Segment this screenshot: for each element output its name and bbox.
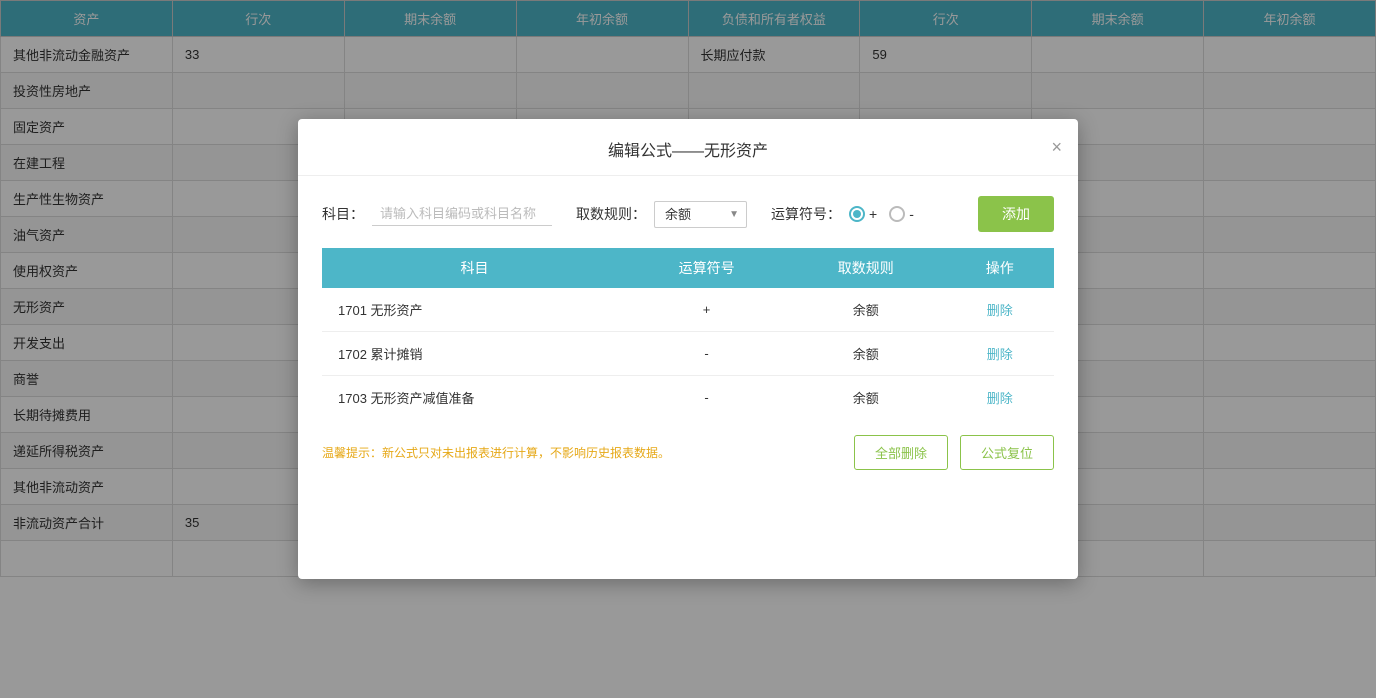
operator-label: 运算符号： [771, 204, 841, 224]
footer-tip: 温馨提示：新公式只对未出报表进行计算，不影响历史报表数据。 [322, 444, 670, 461]
operator-plus-label: + [869, 206, 877, 222]
modal-subject-cell: 1703 无形资产减值准备 [322, 376, 627, 420]
modal-table-header: 取数规则 [786, 248, 945, 288]
modal-table-header: 科目 [322, 248, 627, 288]
modal: 编辑公式——无形资产 × 科目： 取数规则： 余额 借方 贷方 借方累计 贷方累… [298, 119, 1078, 579]
modal-rule-cell: 余额 [786, 288, 945, 332]
modal-close-button[interactable]: × [1051, 138, 1062, 156]
delete-row-button[interactable]: 删除 [987, 388, 1013, 407]
operator-group: 运算符号： + - [771, 204, 914, 224]
operator-plus-radio[interactable]: + [849, 206, 877, 222]
modal-action-cell: 删除 [945, 288, 1054, 332]
delete-row-button[interactable]: 删除 [987, 344, 1013, 363]
modal-table-header: 操作 [945, 248, 1054, 288]
modal-subject-cell: 1702 累计摊销 [322, 332, 627, 376]
rule-group: 取数规则： 余额 借方 贷方 借方累计 贷方累计 ▼ [576, 201, 747, 228]
modal-operator-cell: - [627, 376, 786, 420]
operator-minus-circle [889, 206, 905, 222]
operator-plus-circle [849, 206, 865, 222]
add-button[interactable]: 添加 [978, 196, 1054, 232]
modal-table-row: 1701 无形资产+余额 删除 [322, 288, 1054, 332]
reset-button[interactable]: 公式复位 [960, 435, 1054, 470]
operator-minus-radio[interactable]: - [889, 206, 914, 222]
operator-radio-group: + - [849, 206, 914, 222]
modal-rule-cell: 余额 [786, 332, 945, 376]
modal-table-row: 1702 累计摊销-余额 删除 [322, 332, 1054, 376]
subject-label: 科目： [322, 204, 364, 224]
modal-overlay: 编辑公式——无形资产 × 科目： 取数规则： 余额 借方 贷方 借方累计 贷方累… [0, 0, 1376, 698]
modal-action-cell: 删除 [945, 332, 1054, 376]
modal-table-header: 运算符号 [627, 248, 786, 288]
modal-footer: 温馨提示：新公式只对未出报表进行计算，不影响历史报表数据。 全部删除 公式复位 [298, 419, 1078, 470]
modal-table-wrapper: 科目运算符号取数规则操作 1701 无形资产+余额删除1702 累计摊销-余额删… [298, 248, 1078, 419]
modal-subject-cell: 1701 无形资产 [322, 288, 627, 332]
subject-input[interactable] [372, 202, 552, 226]
rule-select[interactable]: 余额 借方 贷方 借方累计 贷方累计 [654, 201, 747, 228]
modal-operator-cell: - [627, 332, 786, 376]
rule-select-wrapper: 余额 借方 贷方 借方累计 贷方累计 ▼ [654, 201, 747, 228]
modal-table: 科目运算符号取数规则操作 1701 无形资产+余额删除1702 累计摊销-余额删… [322, 248, 1054, 419]
form-row: 科目： 取数规则： 余额 借方 贷方 借方累计 贷方累计 ▼ 运算符号 [298, 176, 1078, 248]
modal-table-row: 1703 无形资产减值准备-余额 删除 [322, 376, 1054, 420]
footer-actions: 全部删除 公式复位 [854, 435, 1054, 470]
delete-all-button[interactable]: 全部删除 [854, 435, 948, 470]
modal-rule-cell: 余额 [786, 376, 945, 420]
modal-header: 编辑公式——无形资产 × [298, 119, 1078, 176]
modal-title: 编辑公式——无形资产 [608, 137, 768, 161]
modal-action-cell: 删除 [945, 376, 1054, 420]
rule-label: 取数规则： [576, 204, 646, 224]
modal-operator-cell: + [627, 288, 786, 332]
subject-group: 科目： [322, 202, 552, 226]
delete-row-button[interactable]: 删除 [987, 300, 1013, 319]
operator-minus-label: - [909, 206, 914, 222]
